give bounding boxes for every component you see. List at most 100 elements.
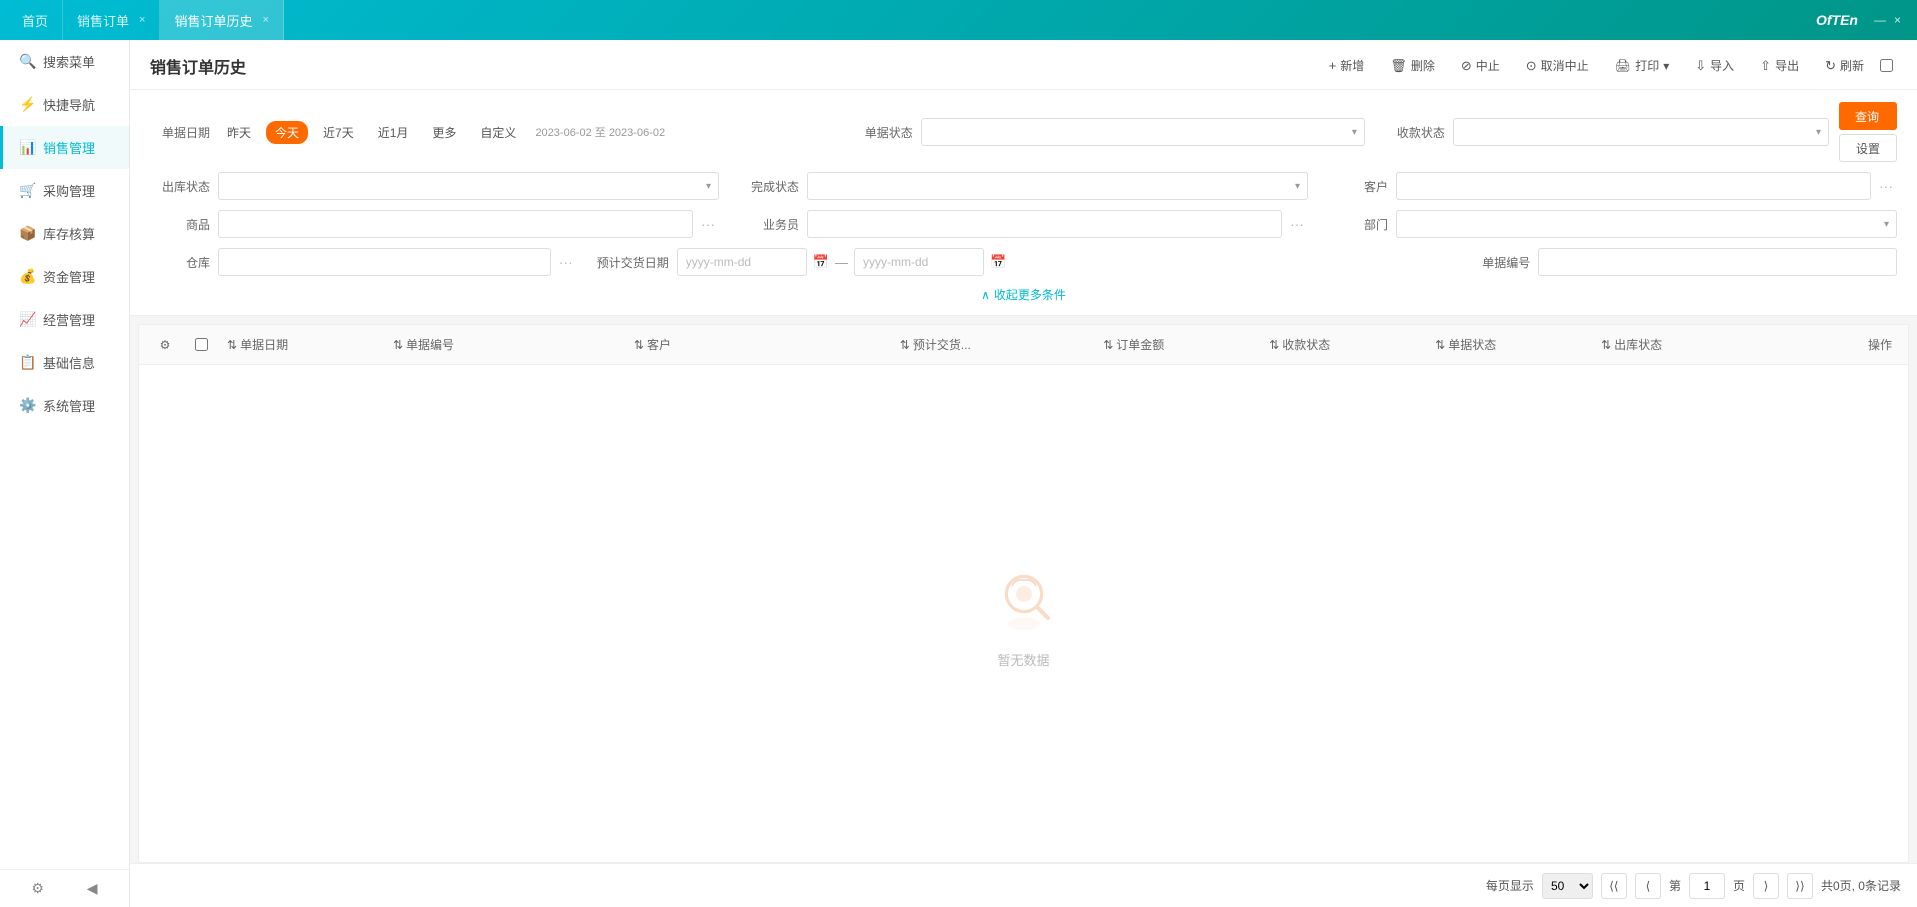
date-1month[interactable]: 近1月 (369, 121, 418, 144)
delivery-date-end[interactable] (854, 248, 984, 276)
date-custom[interactable]: 自定义 (471, 121, 525, 144)
product-dots[interactable]: ··· (697, 216, 719, 232)
print-arrow-icon: ▾ (1663, 59, 1669, 73)
page-size-select[interactable]: 50 10 20 100 (1542, 873, 1593, 899)
content: 销售订单历史 + 新增 🗑 删除 ⊘ 中止 ⊙ 取消中止 (130, 40, 1917, 907)
delete-label: 删除 (1411, 57, 1435, 74)
display-toggle (1880, 59, 1897, 72)
tab-sales-order[interactable]: 销售订单 × (63, 0, 160, 40)
tab-sales-order-history[interactable]: 销售订单历史 × (160, 0, 283, 40)
prev-page-btn[interactable]: ⟨ (1635, 873, 1661, 899)
sidebar-collapse-btn[interactable]: ◀ (87, 880, 98, 897)
th-date[interactable]: ⇅ 单据日期 (219, 336, 385, 353)
cancel-stop-icon: ⊙ (1526, 58, 1537, 74)
doc-number-label: 单据编号 (1470, 254, 1530, 271)
sidebar-item-operations[interactable]: 📈 经营管理 (0, 298, 129, 341)
sidebar-item-search[interactable]: 🔍 搜索菜单 (0, 40, 129, 83)
th-order-status[interactable]: ⇅ 单据状态 (1427, 336, 1593, 353)
date-more[interactable]: 更多 (423, 121, 465, 144)
warehouse-input[interactable] (218, 248, 551, 276)
export-button[interactable]: ⇧ 导出 (1750, 52, 1809, 79)
delivery-date-end-calendar[interactable]: 📅 (990, 254, 1006, 270)
filter-row-1: 单据日期 昨天 今天 近7天 近1月 更多 自定义 2023-06-02 至 2… (150, 102, 1897, 162)
purchase-icon: 🛒 (19, 182, 35, 199)
collapse-btn[interactable]: ∧ 收起更多条件 (981, 286, 1066, 303)
date-7days[interactable]: 近7天 (314, 121, 363, 144)
tab-home[interactable]: 首页 (8, 0, 63, 40)
sidebar-item-info[interactable]: 📋 基础信息 (0, 341, 129, 384)
sidebar-item-system[interactable]: ⚙️ 系统管理 (0, 384, 129, 427)
sidebar-item-sales[interactable]: 📊 销售管理 (0, 126, 129, 169)
warehouse-label: 仓库 (150, 254, 210, 271)
sidebar-item-operations-label: 经营管理 (43, 310, 95, 329)
th-customer[interactable]: ⇅ 客户 (626, 336, 892, 353)
window-min-btn[interactable]: — (1874, 13, 1886, 27)
complete-status-select[interactable] (807, 172, 1308, 200)
th-settings[interactable]: ⚙ (147, 338, 183, 352)
product-input[interactable] (218, 210, 693, 238)
doc-number-input[interactable] (1538, 248, 1897, 276)
tab-sales-order-label: 销售订单 (77, 11, 129, 30)
sidebar-settings-btn[interactable]: ⚙ (31, 880, 44, 897)
tab-sales-order-close[interactable]: × (139, 14, 145, 26)
th-check[interactable] (183, 338, 219, 351)
print-icon: 🖨 (1615, 58, 1632, 74)
sidebar-item-finance[interactable]: 💰 资金管理 (0, 255, 129, 298)
cancel-stop-label: 取消中止 (1541, 57, 1589, 74)
th-delivery[interactable]: ⇅ 预计交货... (892, 336, 1095, 353)
stop-button[interactable]: ⊘ 中止 (1451, 52, 1510, 79)
refresh-button[interactable]: ↻ 刷新 (1815, 52, 1874, 79)
sidebar-item-purchase[interactable]: 🛒 采购管理 (0, 169, 129, 212)
page-input[interactable] (1689, 873, 1725, 899)
query-button[interactable]: 查询 (1839, 102, 1897, 130)
empty-state: 暂无数据 (139, 365, 1908, 862)
warehouse-dots[interactable]: ··· (555, 254, 577, 270)
first-page-btn[interactable]: ⟨⟨ (1601, 873, 1627, 899)
date-today[interactable]: 今天 (266, 121, 308, 144)
last-page-btn[interactable]: ⟩⟩ (1787, 873, 1813, 899)
pay-status-select[interactable] (1453, 118, 1829, 146)
date-label: 单据日期 (150, 124, 210, 141)
settings-btn[interactable]: 设置 (1839, 134, 1897, 162)
order-status-select[interactable] (921, 118, 1365, 146)
import-button[interactable]: ⇩ 导入 (1685, 52, 1744, 79)
th-delivery-label: 预计交货... (913, 336, 971, 353)
date-yesterday[interactable]: 昨天 (218, 121, 260, 144)
delivery-date-start[interactable] (677, 248, 807, 276)
display-toggle-checkbox[interactable] (1880, 59, 1893, 72)
print-button[interactable]: 🖨 打印 ▾ (1605, 52, 1680, 79)
add-button[interactable]: + 新增 (1319, 52, 1375, 79)
select-all-checkbox[interactable] (195, 338, 208, 351)
warehouse-status-select[interactable] (218, 172, 719, 200)
sidebar-item-inventory[interactable]: 📦 库存核算 (0, 212, 129, 255)
th-amount[interactable]: ⇅ 订单金额 (1095, 336, 1261, 353)
cancel-stop-button[interactable]: ⊙ 取消中止 (1516, 52, 1599, 79)
th-customer-label: 客户 (647, 336, 671, 353)
inventory-icon: 📦 (19, 225, 35, 242)
customer-dots[interactable]: ··· (1875, 178, 1897, 194)
th-warehouse-status[interactable]: ⇅ 出库状态 (1593, 336, 1759, 353)
quick-nav-icon: ⚡ (19, 96, 35, 113)
salesperson-input[interactable] (807, 210, 1282, 238)
brand-label: OfTEn (1816, 12, 1858, 28)
department-select[interactable] (1396, 210, 1897, 238)
window-close-btn[interactable]: × (1894, 13, 1901, 27)
delete-icon: 🗑 (1390, 58, 1407, 74)
pagination: 每页显示 50 10 20 100 ⟨⟨ ⟨ 第 页 ⟩ ⟩⟩ 共0页, 0条记… (130, 863, 1917, 907)
th-pay-status[interactable]: ⇅ 收款状态 (1261, 336, 1427, 353)
table-settings-icon[interactable]: ⚙ (160, 338, 171, 352)
sidebar-item-quick-nav[interactable]: ⚡ 快捷导航 (0, 83, 129, 126)
th-number[interactable]: ⇅ 单据编号 (385, 336, 626, 353)
salesperson-dots[interactable]: ··· (1286, 216, 1308, 232)
table-section: ⚙ ⇅ 单据日期 ⇅ 单据编号 ⇅ 客户 ⇅ (138, 324, 1909, 863)
sort-warehouse-status-icon: ⇅ (1601, 338, 1611, 352)
tab-sales-order-history-close[interactable]: × (262, 14, 268, 26)
delete-button[interactable]: 🗑 删除 (1380, 52, 1445, 79)
customer-input[interactable] (1396, 172, 1871, 200)
empty-text: 暂无数据 (997, 650, 1049, 669)
delivery-date-start-calendar[interactable]: 📅 (813, 254, 829, 270)
next-page-btn[interactable]: ⟩ (1753, 873, 1779, 899)
salesperson-label: 业务员 (739, 216, 799, 233)
import-label: 导入 (1710, 57, 1734, 74)
pay-status-label: 收款状态 (1385, 124, 1445, 141)
